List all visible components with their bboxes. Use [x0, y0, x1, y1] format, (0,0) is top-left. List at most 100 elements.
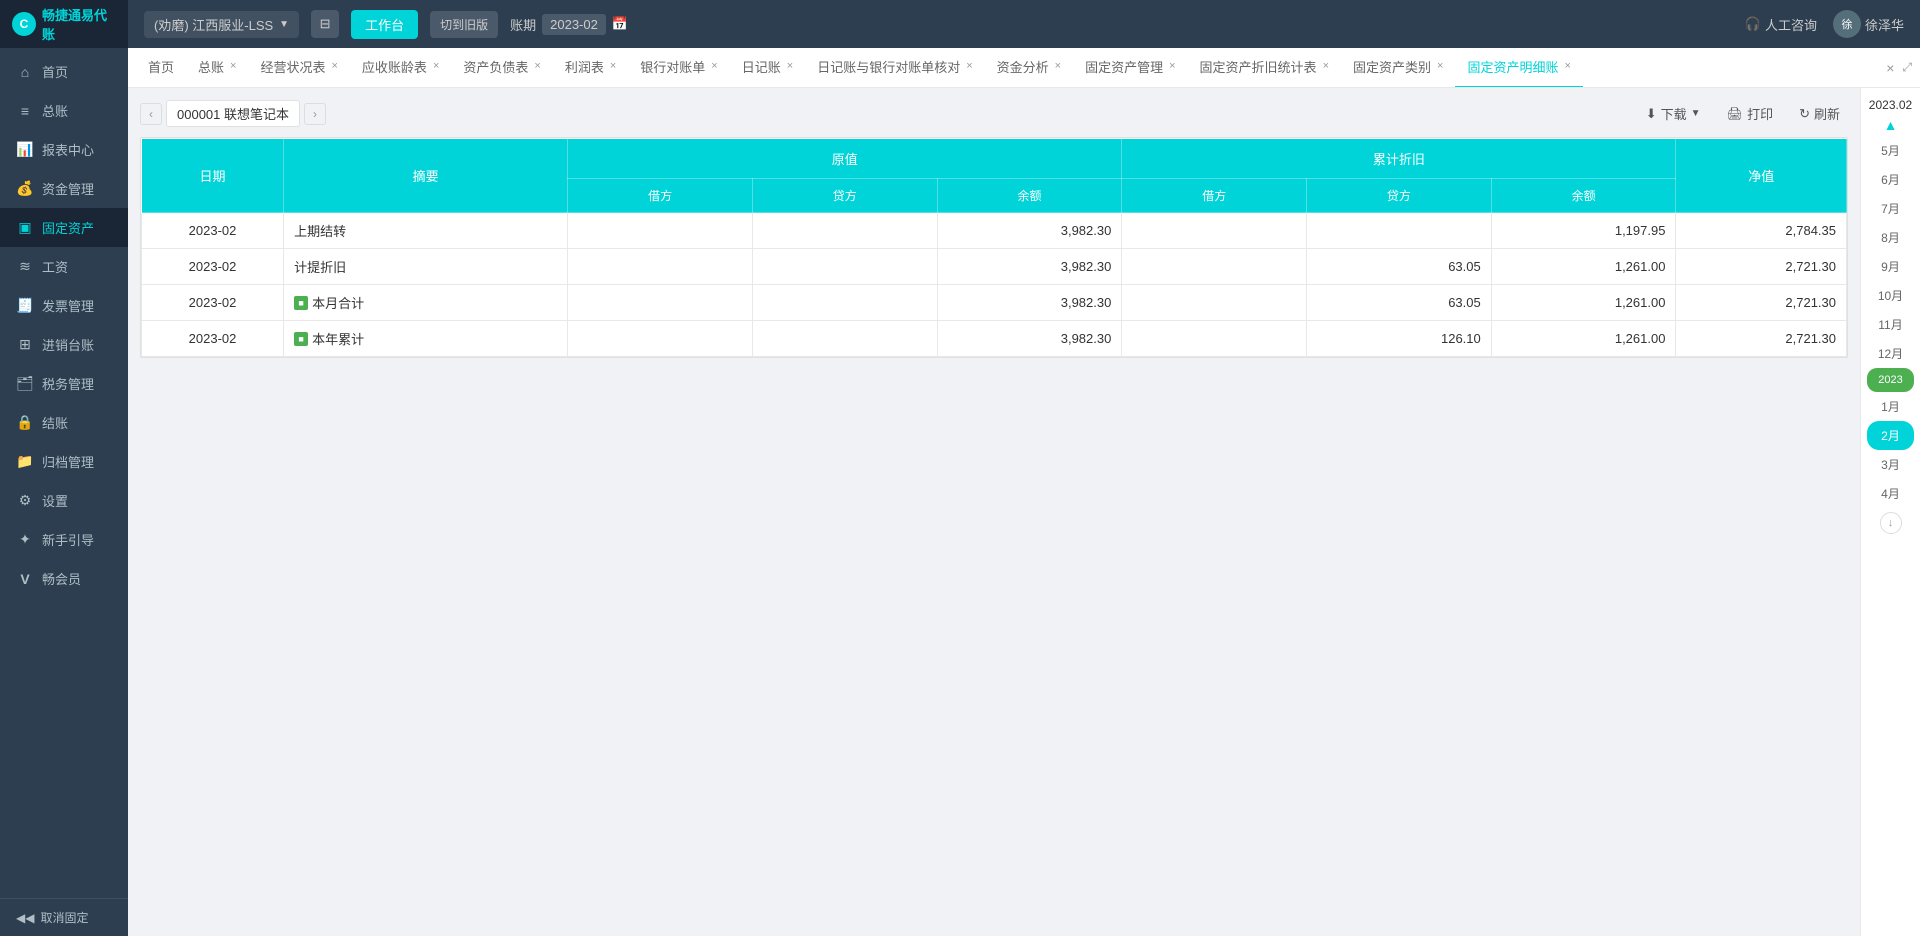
switch-version-button[interactable]: 切到旧版 — [430, 11, 498, 38]
tab-management[interactable]: 经营状况表 × — [248, 48, 349, 88]
tab-receivable[interactable]: 应收账龄表 × — [350, 48, 451, 88]
tab-ledger[interactable]: 总账 × — [186, 48, 248, 88]
timeline-month-10[interactable]: 10月 — [1861, 281, 1920, 310]
sidebar-item-funds[interactable]: 💰 资金管理 — [0, 169, 128, 208]
company-selector[interactable]: (劝磨) 江西服业-LSS ▼ — [144, 11, 299, 38]
tab-balance[interactable]: 资产负债表 × — [451, 48, 552, 88]
timeline-month-1[interactable]: 1月 — [1861, 392, 1920, 421]
tab-close-icon[interactable]: × — [966, 61, 972, 72]
sidebar-item-sales[interactable]: ⊞ 进销台账 — [0, 325, 128, 364]
timeline-month-2[interactable]: 2月 — [1867, 421, 1914, 450]
tab-close-icon[interactable]: × — [1564, 61, 1570, 72]
sidebar-item-label: 畅会员 — [42, 569, 81, 588]
headset-icon: 🎧 — [1745, 16, 1761, 32]
tab-bank[interactable]: 银行对账单 × — [628, 48, 729, 88]
tab-close-icon[interactable]: × — [331, 61, 337, 72]
sidebar-item-tax[interactable]: 🗂 税务管理 — [0, 364, 128, 403]
human-service-button[interactable]: 🎧 人工咨询 — [1745, 15, 1817, 34]
sidebar-item-salary[interactable]: ≋ 工资 — [0, 247, 128, 286]
main-content: (劝磨) 江西服业-LSS ▼ ⊟ 工作台 切到旧版 账期 2023-02 📅 … — [128, 0, 1920, 936]
acc-credit: 贷方 — [1307, 179, 1492, 213]
breadcrumb-prev-button[interactable]: ‹ — [140, 103, 162, 125]
timeline-month-3[interactable]: 3月 — [1861, 450, 1920, 479]
tab-home[interactable]: 首页 — [136, 48, 186, 88]
col-net-value: 净值 — [1676, 139, 1847, 213]
tab-fixed-category[interactable]: 固定资产类别 × — [1341, 48, 1455, 88]
tab-fixed-depreciation[interactable]: 固定资产折旧统计表 × — [1188, 48, 1341, 88]
tab-journal[interactable]: 日记账 × — [730, 48, 805, 88]
cell-date: 2023-02 — [142, 249, 284, 285]
sidebar-item-label: 固定资产 — [42, 218, 94, 237]
user-profile[interactable]: 徐 徐泽华 — [1833, 10, 1904, 38]
refresh-button[interactable]: ↻ 刷新 — [1791, 100, 1848, 127]
topbar: (劝磨) 江西服业-LSS ▼ ⊟ 工作台 切到旧版 账期 2023-02 📅 … — [128, 0, 1920, 48]
table-row: 2023-02 ■本月合计 3,982.30 63.05 1,261.00 2,… — [142, 285, 1847, 321]
tab-fixed-detail[interactable]: 固定资产明细账 × — [1455, 48, 1582, 88]
workbench-button[interactable]: 工作台 — [351, 10, 418, 39]
period-display: 账期 2023-02 📅 — [510, 14, 628, 35]
tab-close-icon[interactable]: × — [610, 61, 616, 72]
tab-close-icon[interactable]: × — [711, 61, 717, 72]
cell-orig-credit — [752, 285, 937, 321]
tab-close-icon[interactable]: × — [433, 61, 439, 72]
tab-bar-controls: × ⤢ — [1886, 60, 1912, 76]
tab-close-icon[interactable]: × — [1437, 61, 1443, 72]
breadcrumb-next-button[interactable]: › — [304, 103, 326, 125]
print-button[interactable]: 🖨 打印 — [1719, 100, 1782, 127]
tab-label: 资产负债表 — [463, 57, 528, 76]
timeline-month-11[interactable]: 11月 — [1861, 310, 1920, 339]
cell-acc-balance: 1,261.00 — [1491, 249, 1676, 285]
sidebar-item-ledger[interactable]: ≡ 总账 — [0, 91, 128, 130]
timeline-month-9[interactable]: 9月 — [1861, 252, 1920, 281]
sidebar-item-home[interactable]: ⌂ 首页 — [0, 52, 128, 91]
period-value: 2023-02 — [542, 14, 606, 35]
close-all-icon[interactable]: × — [1886, 60, 1894, 76]
sidebar-item-invoice[interactable]: 🧾 发票管理 — [0, 286, 128, 325]
sidebar-item-closing[interactable]: 🔒 结账 — [0, 403, 128, 442]
timeline-month-7[interactable]: 7月 — [1861, 194, 1920, 223]
summary-text: 本年累计 — [312, 329, 364, 348]
cell-summary: 上期结转 — [284, 213, 568, 249]
sidebar-item-label: 设置 — [42, 491, 68, 510]
sidebar-item-member[interactable]: V 畅会员 — [0, 559, 128, 598]
fullscreen-icon[interactable]: ⤢ — [1902, 60, 1912, 75]
tab-profit[interactable]: 利润表 × — [553, 48, 628, 88]
timeline-month-5[interactable]: 5月 — [1861, 136, 1920, 165]
sidebar-pin-toggle[interactable]: ◀◀ 取消固定 — [0, 898, 128, 936]
tab-fixed-mgmt[interactable]: 固定资产管理 × — [1073, 48, 1187, 88]
copy-icon[interactable]: ⊟ — [311, 10, 339, 38]
chevron-left-icon: ‹ — [149, 107, 153, 121]
tab-label: 应收账龄表 — [362, 57, 427, 76]
download-button[interactable]: ⬇ 下载 ▼ — [1638, 100, 1709, 127]
avatar-initials: 徐 — [1841, 16, 1852, 32]
sidebar-item-settings[interactable]: ⚙ 设置 — [0, 481, 128, 520]
tab-close-icon[interactable]: × — [1055, 61, 1061, 72]
cell-acc-credit: 126.10 — [1307, 321, 1492, 357]
acc-balance: 余额 — [1491, 179, 1676, 213]
cell-orig-credit — [752, 249, 937, 285]
sidebar-item-archive[interactable]: 📁 归档管理 — [0, 442, 128, 481]
timeline-month-4[interactable]: 4月 — [1861, 479, 1920, 508]
sidebar-item-guide[interactable]: ✦ 新手引导 — [0, 520, 128, 559]
tab-journal-bank[interactable]: 日记账与银行对账单核对 × — [805, 48, 984, 88]
tab-close-icon[interactable]: × — [787, 61, 793, 72]
tab-close-icon[interactable]: × — [534, 61, 540, 72]
cell-date: 2023-02 — [142, 321, 284, 357]
orig-credit: 贷方 — [752, 179, 937, 213]
timeline-month-6[interactable]: 6月 — [1861, 165, 1920, 194]
sidebar-item-fixed[interactable]: ▣ 固定资产 — [0, 208, 128, 247]
timeline-month-8[interactable]: 8月 — [1861, 223, 1920, 252]
cell-net-value: 2,721.30 — [1676, 285, 1847, 321]
calendar-icon[interactable]: 📅 — [612, 16, 628, 32]
tab-close-icon[interactable]: × — [1169, 61, 1175, 72]
cell-acc-credit: 63.05 — [1307, 249, 1492, 285]
tab-close-icon[interactable]: × — [1323, 61, 1329, 72]
tab-close-icon[interactable]: × — [230, 61, 236, 72]
refresh-icon: ↻ — [1799, 106, 1810, 122]
sidebar-item-reports[interactable]: 📊 报表中心 — [0, 130, 128, 169]
timeline-up-button[interactable]: ▲ — [1884, 118, 1898, 132]
tab-fund[interactable]: 资金分析 × — [985, 48, 1073, 88]
sidebar-item-label: 归档管理 — [42, 452, 94, 471]
timeline-month-12[interactable]: 12月 — [1861, 339, 1920, 368]
timeline-down-button[interactable]: ↓ — [1880, 512, 1902, 534]
